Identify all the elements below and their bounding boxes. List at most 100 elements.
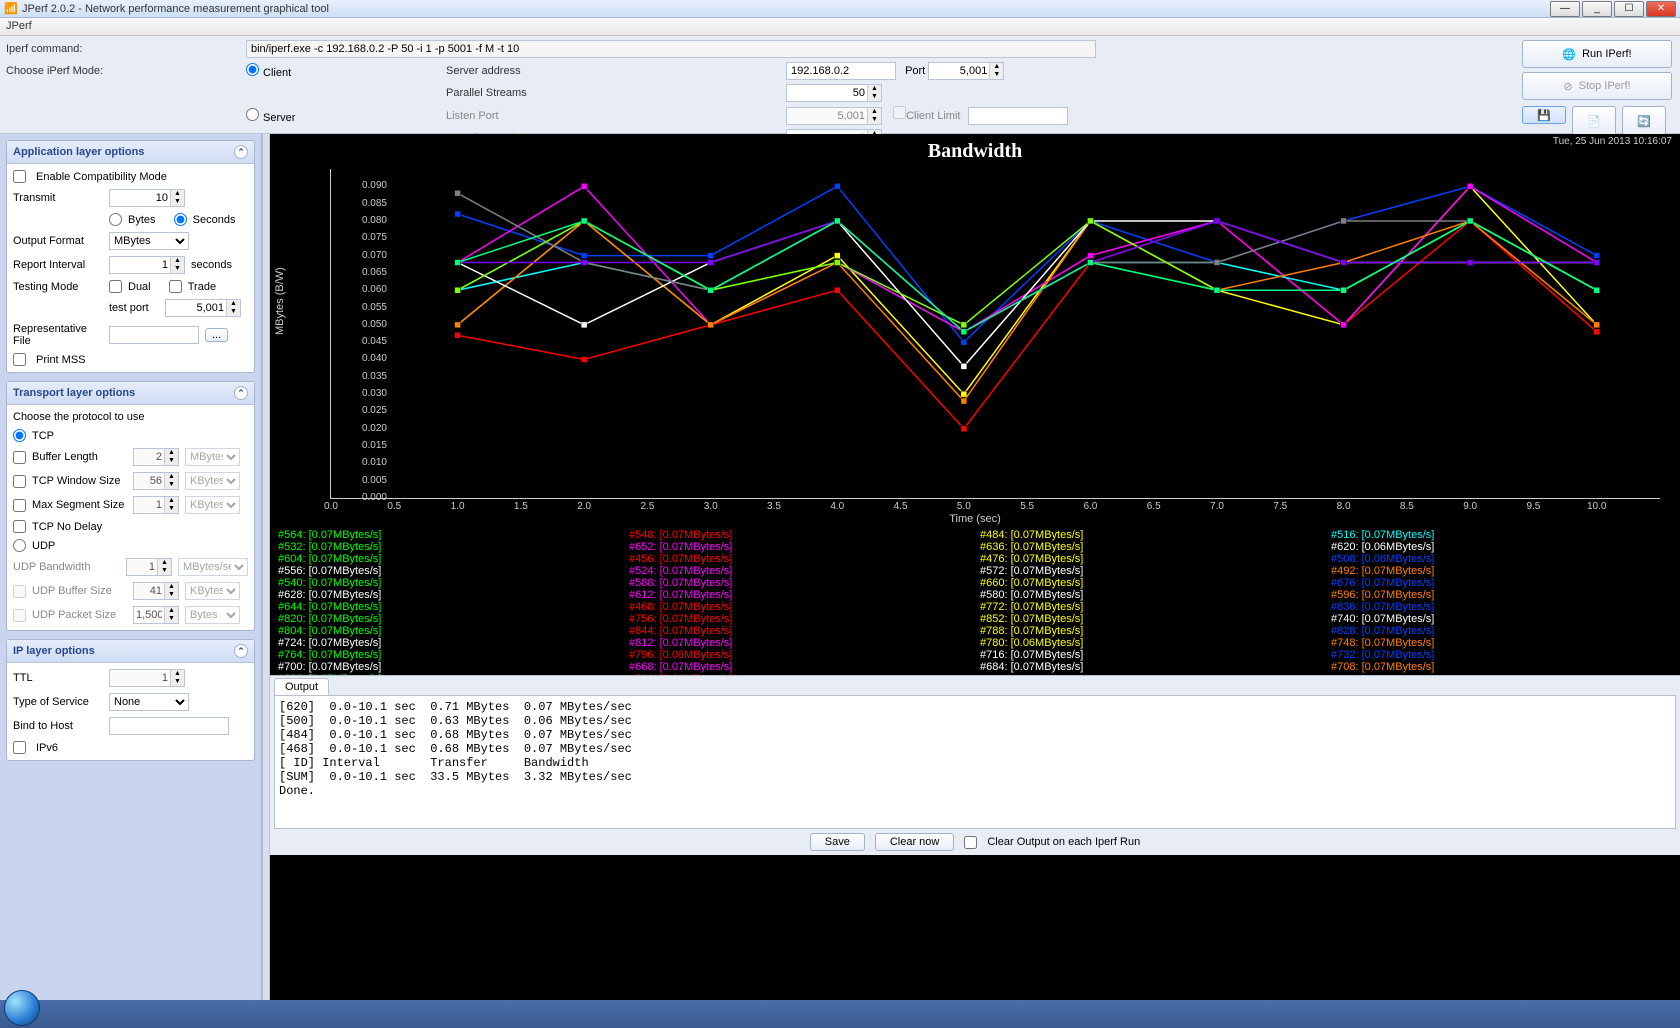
bind-host-field[interactable] [109, 717, 229, 735]
minimize-button[interactable]: ― [1550, 1, 1580, 17]
legend-item: #748: [0.07MBytes/s] [1331, 637, 1672, 649]
x-tick: 0.5 [387, 501, 401, 512]
save-config-button[interactable]: 💾 [1522, 106, 1566, 124]
compat-mode-check[interactable] [13, 170, 26, 183]
output-tab[interactable]: Output [274, 678, 329, 695]
rep-file-field[interactable] [109, 326, 199, 344]
legend-item: #732: [0.07MBytes/s] [1331, 649, 1672, 661]
y-tick: 0.045 [349, 336, 387, 347]
legend-item: #764: [0.07MBytes/s] [278, 649, 619, 661]
splitter-handle[interactable] [262, 134, 270, 1000]
legend-item: #668: [0.07MBytes/s] [629, 661, 970, 673]
run-iperf-button[interactable]: 🌐Run IPerf! [1522, 40, 1672, 68]
collapse-icon[interactable]: ⌃ [234, 145, 248, 159]
dual-check[interactable] [109, 280, 122, 293]
x-tick: 6.0 [1083, 501, 1097, 512]
minimize2-button[interactable]: _ [1582, 1, 1612, 17]
y-tick: 0.055 [349, 302, 387, 313]
server-address-field[interactable] [786, 62, 896, 80]
x-tick: 8.5 [1400, 501, 1414, 512]
y-tick: 0.050 [349, 319, 387, 330]
output-textarea[interactable]: [620] 0.0-10.1 sec 0.71 MBytes 0.07 MByt… [274, 695, 1676, 829]
tcp-radio[interactable] [13, 429, 26, 442]
legend-item: #468: [0.07MBytes/s] [629, 601, 970, 613]
legend-item: #700: [0.07MBytes/s] [278, 661, 619, 673]
save-output-button[interactable]: Save [810, 833, 865, 851]
legend-item: #492: [0.07MBytes/s] [1331, 565, 1672, 577]
menu-jperf[interactable]: JPerf [6, 20, 32, 32]
tos-label: Type of Service [13, 696, 103, 708]
tos-select[interactable]: None [109, 693, 189, 711]
udp-packet-field [134, 607, 164, 623]
buffer-length-field [134, 449, 164, 465]
testing-mode-label: Testing Mode [13, 281, 103, 293]
ipv6-check[interactable] [13, 741, 26, 754]
ipv6-label: IPv6 [36, 742, 58, 754]
tcp-window-check[interactable] [13, 475, 26, 488]
mode-client-radio[interactable] [246, 63, 259, 76]
transmit-field[interactable] [110, 190, 170, 206]
y-tick: 0.040 [349, 353, 387, 364]
y-tick: 0.010 [349, 457, 387, 468]
transmit-seconds-radio[interactable] [174, 213, 187, 226]
port-label: Port [905, 65, 925, 77]
buffer-length-check[interactable] [13, 451, 26, 464]
y-tick: 0.080 [349, 215, 387, 226]
output-format-select[interactable]: MBytes [109, 232, 189, 250]
close-button[interactable]: ✕ [1646, 1, 1676, 17]
x-tick: 7.0 [1210, 501, 1224, 512]
refresh-button[interactable]: 🔄 [1622, 106, 1666, 136]
start-button[interactable] [4, 990, 40, 1026]
compat-mode-label: Enable Compatibility Mode [36, 171, 167, 183]
collapse-icon[interactable]: ⌃ [234, 386, 248, 400]
listen-port-spinner: ▲▼ [786, 107, 882, 125]
test-port-field[interactable] [166, 300, 226, 316]
server-address-label: Server address [446, 65, 556, 77]
stop-icon: ⊘ [1563, 80, 1572, 93]
max-segment-unit: KBytes [185, 496, 240, 514]
window-title: JPerf 2.0.2 - Network performance measur… [22, 3, 1550, 15]
udp-radio[interactable] [13, 539, 26, 552]
mode-server-label: Server [263, 112, 295, 124]
client-limit-label: Client Limit [906, 110, 960, 122]
y-tick: 0.035 [349, 371, 387, 382]
legend-item: #476: [0.07MBytes/s] [980, 553, 1321, 565]
y-tick: 0.070 [349, 250, 387, 261]
max-segment-check[interactable] [13, 499, 26, 512]
legend-item: #636: [0.07MBytes/s] [980, 541, 1321, 553]
taskbar [0, 1000, 1680, 1028]
y-tick: 0.090 [349, 180, 387, 191]
y-tick: 0.085 [349, 198, 387, 209]
refresh-icon: 🔄 [1637, 115, 1651, 128]
open-config-button[interactable]: 📄 [1572, 106, 1616, 136]
clear-on-run-check[interactable] [964, 836, 977, 849]
mode-server-radio[interactable] [246, 108, 259, 121]
x-tick: 5.0 [957, 501, 971, 512]
collapse-icon[interactable]: ⌃ [234, 644, 248, 658]
port-spinner[interactable]: ▲▼ [928, 62, 1004, 80]
legend-item: #772: [0.07MBytes/s] [980, 601, 1321, 613]
x-tick: 1.5 [514, 501, 528, 512]
parallel-streams-spinner[interactable]: ▲▼ [786, 84, 882, 102]
trade-check[interactable] [169, 280, 182, 293]
print-mss-label: Print MSS [36, 354, 86, 366]
maximize-button[interactable]: ☐ [1614, 1, 1644, 17]
legend-item: #532: [0.07MBytes/s] [278, 541, 619, 553]
print-mss-check[interactable] [13, 353, 26, 366]
x-tick: 1.0 [451, 501, 465, 512]
x-tick: 5.5 [1020, 501, 1034, 512]
x-tick: 6.5 [1147, 501, 1161, 512]
clear-output-button[interactable]: Clear now [875, 833, 955, 851]
y-tick: 0.005 [349, 475, 387, 486]
legend-item: #780: [0.06MBytes/s] [980, 637, 1321, 649]
rep-file-browse-button[interactable]: ... [205, 328, 228, 342]
udp-bandwidth-unit: MBytes/sec [178, 558, 248, 576]
mode-label: Choose iPerf Mode: [6, 65, 246, 77]
report-interval-field[interactable] [110, 257, 170, 273]
tcp-nodelay-check[interactable] [13, 520, 26, 533]
choose-protocol-label: Choose the protocol to use [13, 411, 248, 423]
transmit-bytes-radio[interactable] [109, 213, 122, 226]
legend-item: #844: [0.07MBytes/s] [629, 625, 970, 637]
legend-item: #836: [0.07MBytes/s] [1331, 601, 1672, 613]
legend-item: #596: [0.07MBytes/s] [1331, 589, 1672, 601]
